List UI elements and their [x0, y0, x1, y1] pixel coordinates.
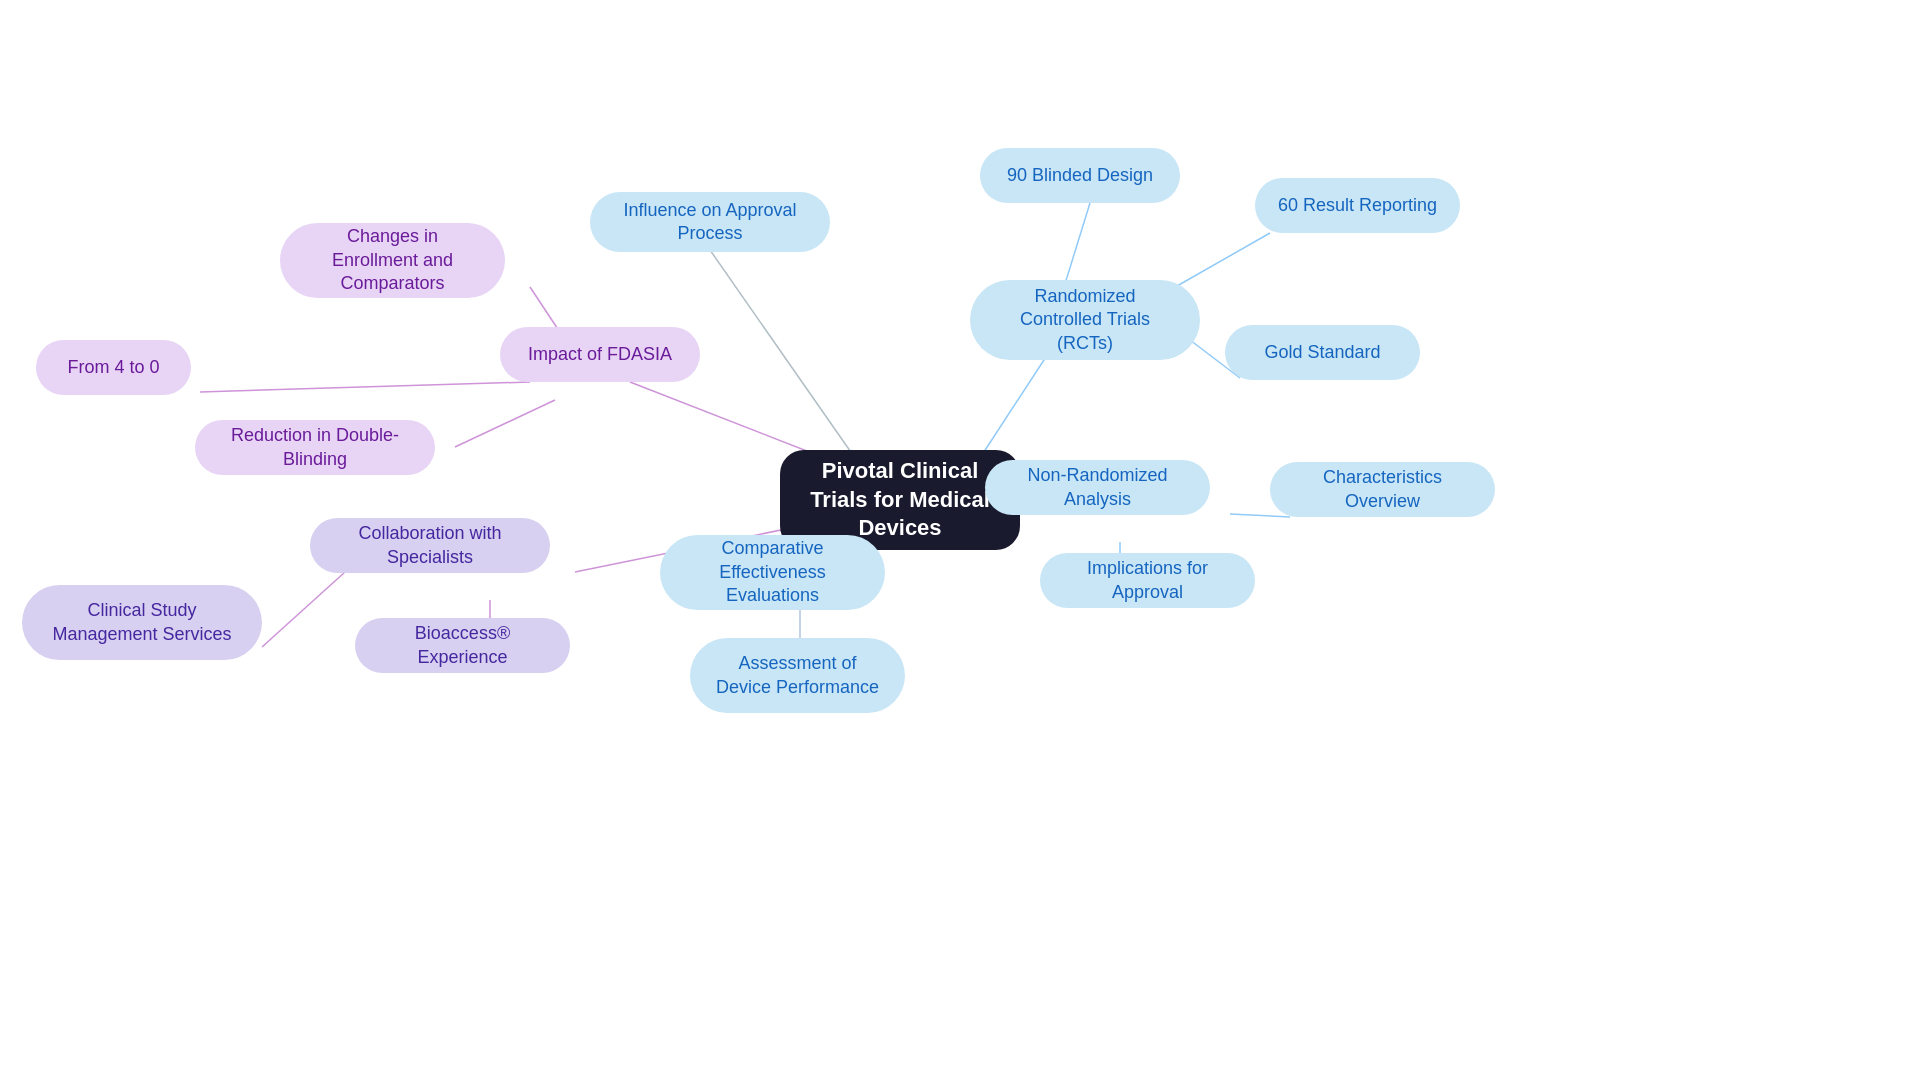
svg-line-3 — [1170, 233, 1270, 290]
influence-node: Influence on Approval Process — [590, 192, 830, 252]
blinded-node: 90 Blinded Design — [980, 148, 1180, 203]
result-reporting-node: 60 Result Reporting — [1255, 178, 1460, 233]
clinical-study-node: Clinical Study Management Services — [22, 585, 262, 660]
svg-line-10 — [630, 382, 830, 460]
collab-node: Collaboration with Specialists — [310, 518, 550, 573]
gold-standard-node: Gold Standard — [1225, 325, 1420, 380]
impact-fdasia-node: Impact of FDASIA — [500, 327, 700, 382]
implications-node: Implications for Approval — [1040, 553, 1255, 608]
non-randomized-node: Non-Randomized Analysis — [985, 460, 1210, 515]
svg-line-6 — [1230, 514, 1290, 517]
svg-line-12 — [200, 382, 530, 392]
comparative-node: Comparative Effectiveness Evaluations — [660, 535, 885, 610]
bioaccess-node: Bioaccess® Experience — [355, 618, 570, 673]
reduction-node: Reduction in Double-Blinding — [195, 420, 435, 475]
svg-line-16 — [262, 572, 345, 647]
device-performance-node: Assessment of Device Performance — [690, 638, 905, 713]
characteristics-node: Characteristics Overview — [1270, 462, 1495, 517]
svg-line-13 — [455, 400, 555, 447]
changes-node: Changes in Enrollment and Comparators — [280, 223, 505, 298]
rct-node: Randomized Controlled Trials (RCTs) — [970, 280, 1200, 360]
svg-line-0 — [710, 250, 855, 458]
from-to-node: From 4 to 0 — [36, 340, 191, 395]
